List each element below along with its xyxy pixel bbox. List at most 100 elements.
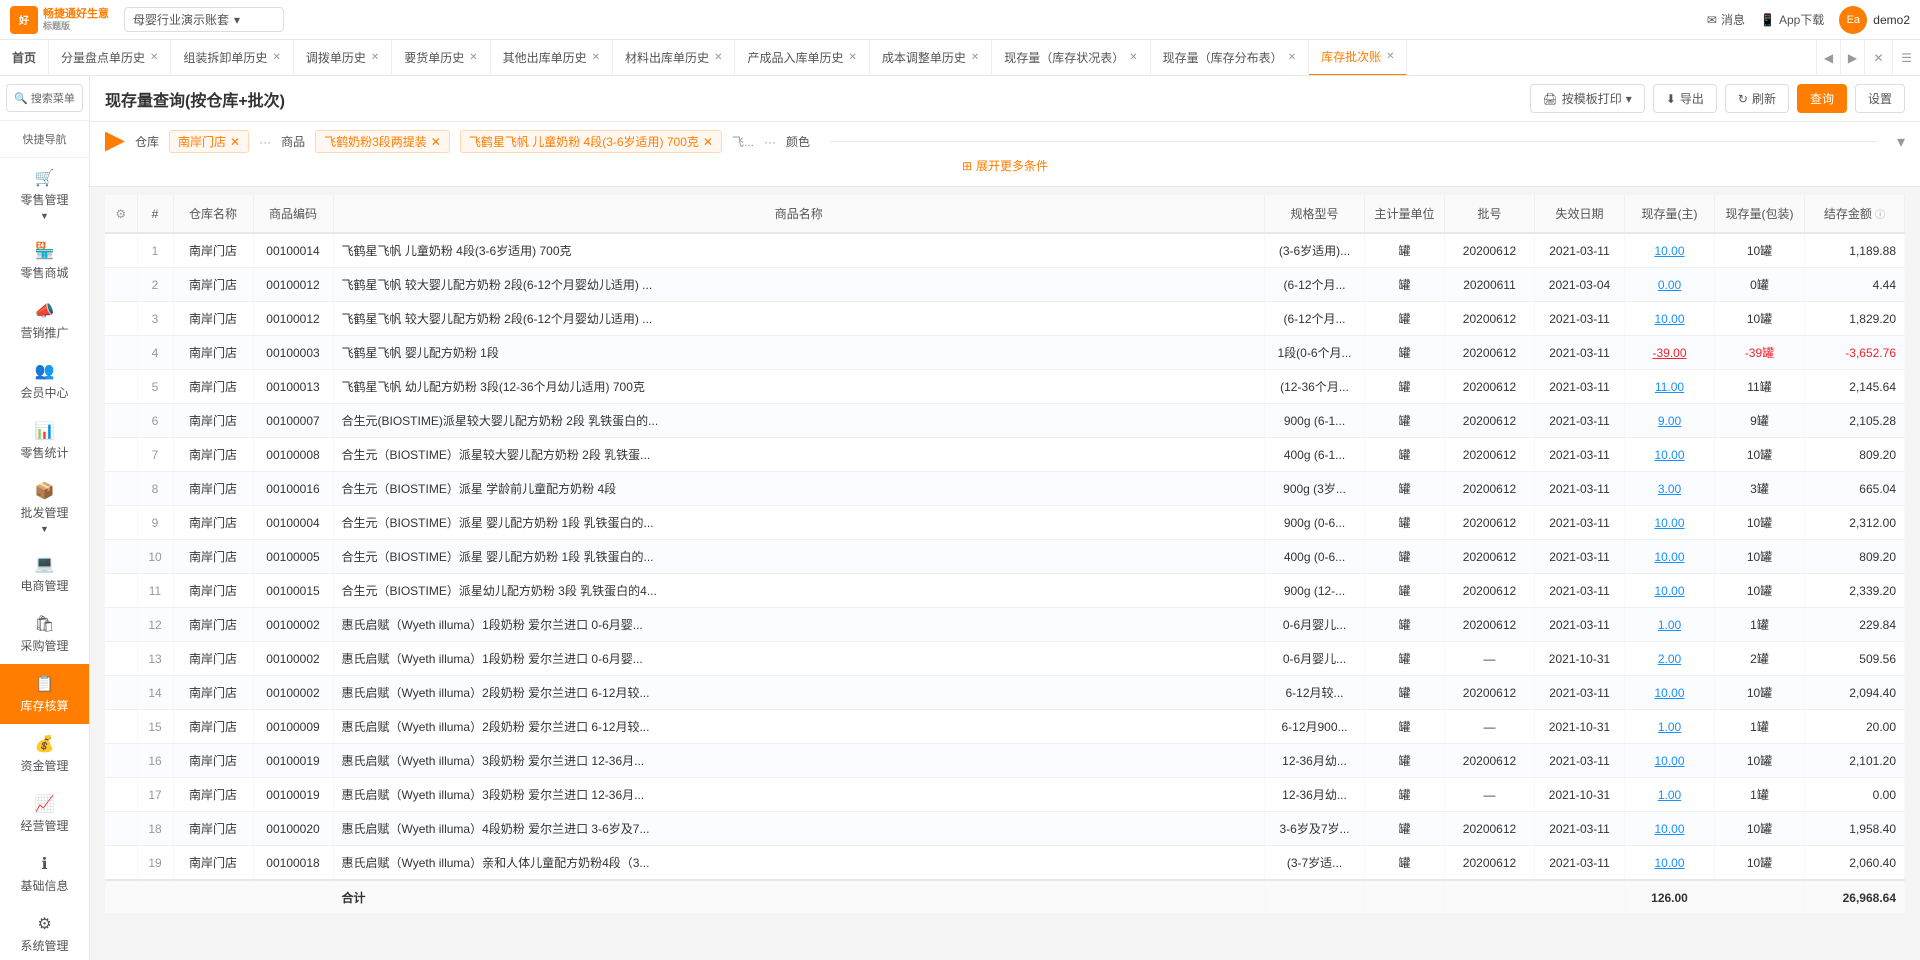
cell-stock-pkg: 10罐 (1715, 302, 1805, 336)
tab-stock-dist[interactable]: 现存量（库存分布表） ✕ (1151, 40, 1309, 76)
th-settings[interactable]: ⚙ (105, 195, 137, 233)
cell-spec: 0-6月婴儿... (1265, 608, 1365, 642)
tab-stock-status[interactable]: 现存量（库存状况表） ✕ (992, 40, 1150, 76)
messages-button[interactable]: ✉ 消息 (1707, 11, 1745, 28)
tab-close-product-in[interactable]: ✕ (848, 52, 856, 63)
product-tag-1-close[interactable]: ✕ (431, 135, 441, 149)
app-download-button[interactable]: 📱 App下载 (1760, 11, 1824, 28)
cell-stock-main[interactable]: -39.00 (1625, 336, 1715, 370)
product-tag-2-close[interactable]: ✕ (703, 135, 713, 149)
tab-close-batch-ledger[interactable]: ✕ (1386, 51, 1394, 62)
sidebar-item-basic[interactable]: ℹ 基础信息 (0, 844, 89, 904)
cell-stock-pkg: 10罐 (1715, 506, 1805, 540)
warehouse-tag-close[interactable]: ✕ (230, 135, 240, 149)
table-row: 17 南岸门店 00100019 惠氏启赋（Wyeth illuma）3段奶粉 … (105, 778, 1905, 812)
sidebar-item-marketing[interactable]: 📣 营销推广 (0, 291, 89, 351)
cell-unit: 罐 (1365, 404, 1445, 438)
sidebar-item-ecommerce[interactable]: 💻 电商管理 (0, 544, 89, 604)
tab-disassemble[interactable]: 组装拆卸单历史 ✕ (171, 40, 293, 76)
nav-menu-button[interactable]: ☰ (1892, 40, 1920, 76)
cell-stock-main[interactable]: 2.00 (1625, 642, 1715, 676)
tab-close-stock-dist[interactable]: ✕ (1288, 52, 1296, 63)
tab-close-disassemble[interactable]: ✕ (272, 52, 280, 63)
sidebar-quick-nav[interactable]: 快捷导航 (0, 125, 89, 153)
sidebar-item-business[interactable]: 📈 经营管理 (0, 784, 89, 844)
tab-product-in[interactable]: 产成品入库单历史 ✕ (735, 40, 869, 76)
settings-icon[interactable]: ⚙ (115, 207, 126, 221)
sidebar-item-inventory[interactable]: 📋 库存核算 (0, 664, 89, 724)
tab-close-stock-status[interactable]: ✕ (1129, 52, 1137, 63)
cell-num: 11 (137, 574, 173, 608)
cell-stock-main[interactable]: 10.00 (1625, 540, 1715, 574)
tab-batch-ledger[interactable]: 库存批次账 ✕ (1309, 40, 1407, 76)
tab-cost-adjust[interactable]: 成本调整单历史 ✕ (870, 40, 992, 76)
cell-stock-main[interactable]: 10.00 (1625, 812, 1715, 846)
cell-stock-main[interactable]: 11.00 (1625, 370, 1715, 404)
filter-expand-triangle[interactable] (105, 132, 125, 152)
tab-close-other-out[interactable]: ✕ (592, 52, 600, 63)
sidebar-item-retail-stats[interactable]: 📊 零售统计 (0, 411, 89, 471)
user-profile[interactable]: Ea demo2 (1839, 6, 1910, 34)
username: demo2 (1873, 13, 1910, 27)
nav-close-all-button[interactable]: ✕ (1864, 40, 1892, 76)
cell-warehouse: 南岸门店 (173, 812, 253, 846)
tab-mix[interactable]: 调拨单历史 ✕ (294, 40, 392, 76)
nav-prev-button[interactable]: ◀ (1816, 40, 1840, 76)
cell-stock-main[interactable]: 10.00 (1625, 233, 1715, 268)
query-button[interactable]: 查询 (1797, 84, 1847, 113)
finance-icon: 💰 (35, 734, 55, 754)
tab-close-mix[interactable]: ✕ (371, 52, 379, 63)
template-print-button[interactable]: 🖨 按模板打印 ▾ (1530, 84, 1645, 113)
sidebar-item-system[interactable]: ⚙ 系统管理 (0, 904, 89, 960)
cell-stock-main[interactable]: 3.00 (1625, 472, 1715, 506)
cell-stock-pkg: 10罐 (1715, 676, 1805, 710)
cell-stock-main[interactable]: 0.00 (1625, 268, 1715, 302)
sidebar-item-members[interactable]: 👥 会员中心 (0, 351, 89, 411)
search-menu-button[interactable]: 🔍 搜索菜单 (6, 84, 83, 112)
filter-ellipsis-1: ··· (259, 135, 271, 149)
workspace-selector[interactable]: 母婴行业演示账套 ▾ (124, 7, 284, 32)
sidebar-item-finance[interactable]: 💰 资金管理 (0, 724, 89, 784)
cell-batch: 20200612 (1445, 336, 1535, 370)
sidebar-item-retail-shop[interactable]: 🏪 零售商城 (0, 231, 89, 291)
cell-stock-main[interactable]: 10.00 (1625, 676, 1715, 710)
tab-close-cost-adjust[interactable]: ✕ (971, 52, 979, 63)
cell-stock-main[interactable]: 1.00 (1625, 710, 1715, 744)
tab-close-requisition[interactable]: ✕ (469, 52, 477, 63)
cell-stock-main[interactable]: 10.00 (1625, 744, 1715, 778)
cell-spec: 6-12月较... (1265, 676, 1365, 710)
th-warehouse: 仓库名称 (173, 195, 253, 233)
info-icon[interactable]: ⓘ (1875, 210, 1885, 221)
export-button[interactable]: ⬇ 导出 (1653, 84, 1717, 113)
tab-home[interactable]: 首页 (0, 40, 49, 76)
cell-settings (105, 710, 137, 744)
tab-other-out[interactable]: 其他出库单历史 ✕ (491, 40, 613, 76)
cell-stock-main[interactable]: 9.00 (1625, 404, 1715, 438)
cell-stock-main[interactable]: 10.00 (1625, 846, 1715, 881)
cell-unit: 罐 (1365, 812, 1445, 846)
settings-button[interactable]: 设置 (1855, 84, 1905, 113)
cell-stock-main[interactable]: 10.00 (1625, 438, 1715, 472)
sidebar-item-retail[interactable]: 🛒 零售管理 ▼ (0, 158, 89, 231)
tab-requisition[interactable]: 要货单历史 ✕ (392, 40, 490, 76)
tab-split-inventory[interactable]: 分量盘点单历史 ✕ (49, 40, 171, 76)
cell-stock-main[interactable]: 1.00 (1625, 608, 1715, 642)
tab-close-split-inventory[interactable]: ✕ (150, 52, 158, 63)
nav-next-button[interactable]: ▶ (1840, 40, 1864, 76)
sidebar-item-wholesale[interactable]: 📦 批发管理 ▼ (0, 471, 89, 544)
expand-button[interactable]: ⊞ 展开更多条件 (962, 157, 1048, 174)
cell-stock-main[interactable]: 10.00 (1625, 302, 1715, 336)
sidebar-item-purchase[interactable]: 🛍 采购管理 (0, 604, 89, 664)
cell-settings (105, 404, 137, 438)
cell-settings (105, 438, 137, 472)
tab-close-material-out[interactable]: ✕ (714, 52, 722, 63)
cell-code: 00100013 (253, 370, 333, 404)
cell-stock-main[interactable]: 10.00 (1625, 506, 1715, 540)
refresh-button[interactable]: ↻ 刷新 (1725, 84, 1789, 113)
cell-name: 惠氏启赋（Wyeth illuma）3段奶粉 爱尔兰进口 12-36月... (333, 778, 1265, 812)
cell-stock-main[interactable]: 1.00 (1625, 778, 1715, 812)
color-dropdown-arrow[interactable]: ▾ (1897, 132, 1905, 152)
cell-stock-main[interactable]: 10.00 (1625, 574, 1715, 608)
cell-code: 00100003 (253, 336, 333, 370)
tab-material-out[interactable]: 材料出库单历史 ✕ (613, 40, 735, 76)
